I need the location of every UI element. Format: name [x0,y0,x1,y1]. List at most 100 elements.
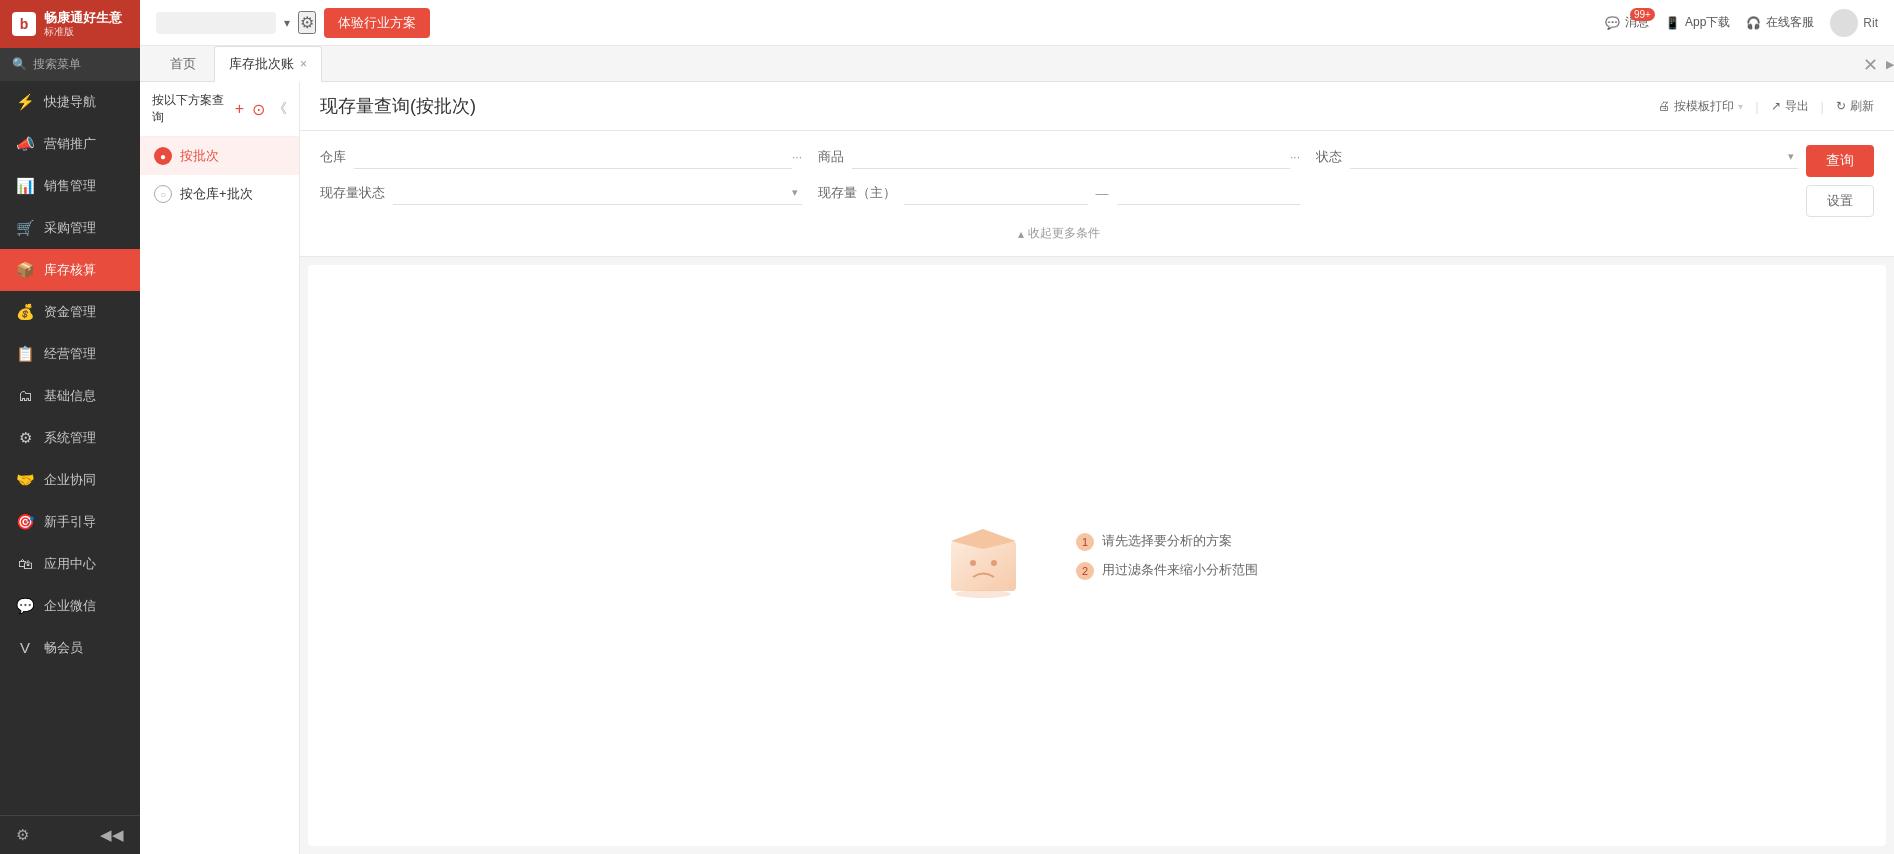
svg-point-4 [955,590,1011,598]
breadcrumb-input[interactable] [156,12,276,34]
product-field: 商品 ··· [818,145,1300,169]
main-area: ▾ ⚙ 体验行业方案 💬 消息 99+ 📱 App下载 🎧 在线客服 Rit [140,0,1894,854]
sidebar-item-finance[interactable]: 💰 资金管理 [0,291,140,333]
scheme-panel-header: 按以下方案查询 + ⊙ 《 [140,82,299,137]
empty-state: 1 请先选择要分析的方案 2 用过滤条件来缩小分析范围 [308,265,1886,846]
sidebar-item-wechat[interactable]: 💬 企业微信 [0,585,140,627]
scheme-settings-button[interactable]: ⊙ [252,100,265,119]
scheme-collapse-button[interactable]: 《 [273,100,287,119]
page-header: 现存量查询(按批次) 🖨 按模板打印 ▾ | ↗ 导出 | ↻ [300,82,1894,131]
svg-point-3 [991,560,997,566]
app-title: 畅康通好生意 [44,10,122,26]
refresh-icon: ↻ [1836,99,1846,113]
sidebar-collapse-button[interactable]: ◀◀ [100,826,124,844]
export-button[interactable]: ↗ 导出 [1771,98,1809,115]
query-button[interactable]: 查询 [1806,145,1874,177]
breadcrumb-dropdown-icon[interactable]: ▾ [284,16,290,30]
sidebar-item-operations[interactable]: 📋 经营管理 [0,333,140,375]
collapse-filter-label: 收起更多条件 [1028,225,1100,242]
basic-label: 基础信息 [44,387,96,405]
stock-status-label: 现存量状态 [320,184,385,202]
tab-home-label: 首页 [170,55,196,73]
scheme-panel-title: 按以下方案查询 [152,92,235,126]
svg-point-2 [970,560,976,566]
sidebar-settings-button[interactable]: ⚙ [16,826,29,844]
sidebar-item-newbie[interactable]: 🎯 新手引导 [0,501,140,543]
panel-close-button[interactable]: ✕ [1863,54,1878,76]
purchase-label: 采购管理 [44,219,96,237]
sidebar-item-system[interactable]: ⚙ 系统管理 [0,417,140,459]
quicknav-label: 快捷导航 [44,93,96,111]
tab-home[interactable]: 首页 [156,46,210,82]
filter-row-2: 现存量状态 ▾ 现存量（主） [320,181,1798,205]
sidebar-item-basic[interactable]: 🗂 基础信息 [0,375,140,417]
scheme-panel: 按以下方案查询 + ⊙ 《 ● 按批次 ○ 按仓库+批次 [140,82,300,854]
product-input[interactable] [852,145,1290,169]
panel-expand-button[interactable]: ▶ [1886,58,1894,71]
refresh-button[interactable]: ↻ 刷新 [1836,98,1874,115]
quantity-label: 现存量（主） [818,184,896,202]
warehouse-input[interactable] [354,145,792,169]
messages-badge: 99+ [1630,8,1655,21]
warehouse-more-button[interactable]: ··· [792,150,802,164]
content-area: 按以下方案查询 + ⊙ 《 ● 按批次 ○ 按仓库+批次 [140,82,1894,854]
online-service-label: 在线客服 [1766,14,1814,31]
sidebar-item-sales[interactable]: 📊 销售管理 [0,165,140,207]
sidebar-header: b 畅康通好生意 标准版 [0,0,140,48]
filter-settings-button[interactable]: 设置 [1806,185,1874,217]
app-subtitle: 标准版 [44,26,122,38]
quantity-min-input[interactable] [904,181,1088,205]
empty-tip-2: 2 用过滤条件来缩小分析范围 [1076,561,1258,580]
wechat-icon: 💬 [16,597,34,615]
marketing-label: 营销推广 [44,135,96,153]
finance-label: 资金管理 [44,303,96,321]
top-bar: ▾ ⚙ 体验行业方案 💬 消息 99+ 📱 App下载 🎧 在线客服 Rit [140,0,1894,46]
scheme-add-button[interactable]: + [235,100,244,119]
sidebar-search[interactable]: 🔍 搜索菜单 [0,48,140,81]
app-download-label: App下载 [1685,14,1730,31]
sales-icon: 📊 [16,177,34,195]
right-panel: 现存量查询(按批次) 🖨 按模板打印 ▾ | ↗ 导出 | ↻ [300,82,1894,854]
topbar-settings-button[interactable]: ⚙ [298,11,316,34]
stock-status-select[interactable] [393,181,802,204]
tab-close-icon[interactable]: × [300,57,307,71]
print-button[interactable]: 🖨 按模板打印 ▾ [1658,98,1743,115]
appstore-icon: 🛍 [16,555,34,572]
app-download-button[interactable]: 📱 App下载 [1665,14,1730,31]
sidebar-item-appstore[interactable]: 🛍 应用中心 [0,543,140,585]
marketing-icon: 📣 [16,135,34,153]
scheme-item-batch[interactable]: ● 按批次 [140,137,299,175]
sidebar-item-enterprise[interactable]: 🤝 企业协同 [0,459,140,501]
quicknav-icon: ⚡ [16,93,34,111]
empty-icon [936,506,1036,606]
user-avatar-button[interactable]: Rit [1830,9,1878,37]
tab-inventory-batch[interactable]: 库存批次账 × [214,46,322,82]
scheme-batch-label: 按批次 [180,147,219,165]
online-service-button[interactable]: 🎧 在线客服 [1746,14,1814,31]
empty-tip-1: 1 请先选择要分析的方案 [1076,532,1258,551]
sidebar-item-marketing[interactable]: 📣 营销推广 [0,123,140,165]
collapse-filter-button[interactable]: ▴ 收起更多条件 [320,225,1798,242]
quantity-max-input[interactable] [1117,181,1301,205]
messages-button[interactable]: 💬 消息 99+ [1605,14,1649,31]
sidebar-item-purchase[interactable]: 🛒 采购管理 [0,207,140,249]
sidebar-item-inventory[interactable]: 📦 库存核算 [0,249,140,291]
sidebar-item-member[interactable]: V 畅会员 [0,627,140,669]
operations-label: 经营管理 [44,345,96,363]
product-more-button[interactable]: ··· [1290,150,1300,164]
product-label: 商品 [818,148,844,166]
sidebar-nav: ⚡ 快捷导航 📣 营销推广 📊 销售管理 🛒 采购管理 📦 库存核算 💰 资金管… [0,81,140,815]
trial-button[interactable]: 体验行业方案 [324,8,430,38]
status-select[interactable] [1350,145,1798,168]
sidebar: b 畅康通好生意 标准版 🔍 搜索菜单 ⚡ 快捷导航 📣 营销推广 📊 销售管理… [0,0,140,854]
tip-2-number: 2 [1076,562,1094,580]
sidebar-item-quicknav[interactable]: ⚡ 快捷导航 [0,81,140,123]
warehouse-label: 仓库 [320,148,346,166]
scheme-warehouse-batch-label: 按仓库+批次 [180,185,253,203]
collapse-up-icon: ▴ [1018,227,1024,241]
appstore-label: 应用中心 [44,555,96,573]
scheme-item-warehouse-batch[interactable]: ○ 按仓库+批次 [140,175,299,213]
print-label: 按模板打印 [1674,98,1734,115]
tip-2-text: 用过滤条件来缩小分析范围 [1102,561,1258,579]
scheme-active-icon: ● [154,147,172,165]
